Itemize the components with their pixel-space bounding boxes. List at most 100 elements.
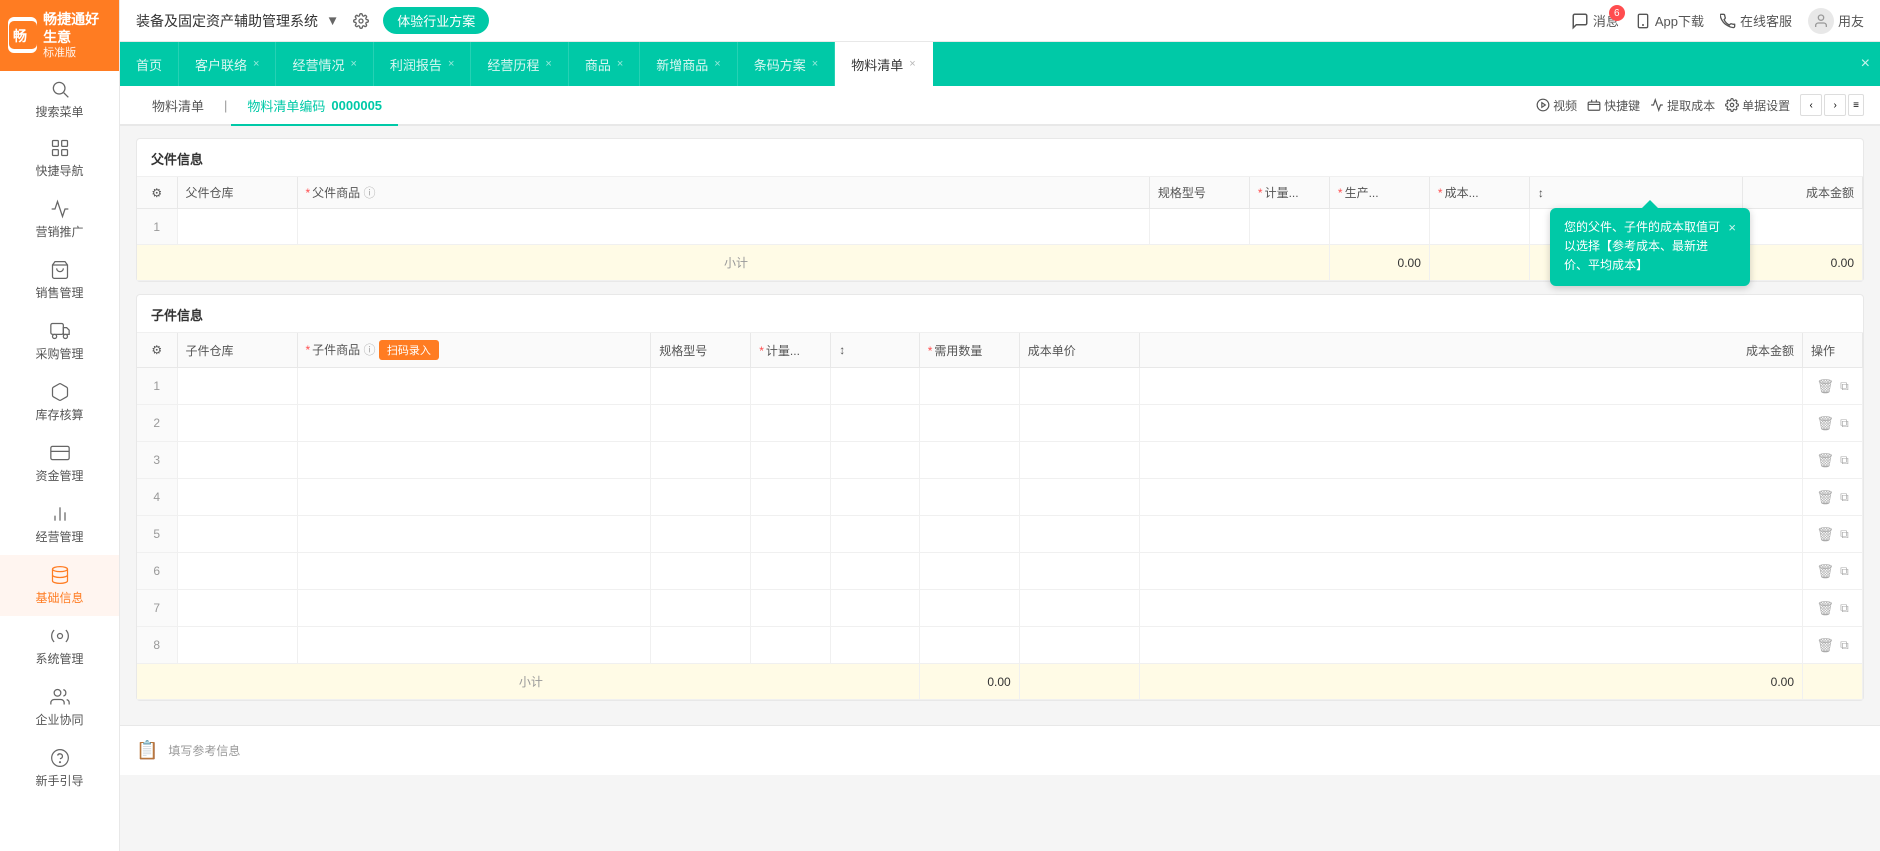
view-video-btn[interactable]: 视频	[1536, 97, 1577, 114]
sidebar-item-quicknav[interactable]: 快捷导航	[0, 128, 119, 189]
tab-customer[interactable]: 客户联络 ×	[179, 42, 276, 86]
th-child-settings[interactable]: ⚙	[137, 333, 177, 368]
child-row-5-unit[interactable]	[751, 516, 831, 553]
child-row-7-spec[interactable]	[651, 590, 751, 627]
child-row-1-warehouse[interactable]	[177, 368, 297, 405]
delete-row-6-btn[interactable]: 🗑	[1816, 563, 1834, 580]
message-btn[interactable]: 6 消息	[1571, 11, 1619, 30]
sidebar-item-guide[interactable]: 新手引导	[0, 738, 119, 799]
user-menu-btn[interactable]: 用友	[1808, 8, 1864, 34]
close-all-tabs-btn[interactable]: ×	[1851, 55, 1880, 73]
tab-add-goods[interactable]: 新增商品 ×	[640, 42, 737, 86]
delete-row-8-btn[interactable]: 🗑	[1816, 637, 1834, 654]
child-row-4-unitprice[interactable]	[1019, 479, 1139, 516]
online-service-btn[interactable]: 在线客服	[1720, 11, 1792, 30]
nav-next-btn[interactable]: ›	[1824, 94, 1846, 116]
parent-row-unit[interactable]	[1249, 209, 1329, 245]
trial-btn[interactable]: 体验行业方案	[383, 7, 489, 34]
sub-tab-list[interactable]: 物料清单	[136, 86, 220, 126]
parent-row-spec[interactable]	[1149, 209, 1249, 245]
child-row-4-warehouse[interactable]	[177, 479, 297, 516]
child-row-6-product[interactable]	[297, 553, 651, 590]
child-row-5-product[interactable]	[297, 516, 651, 553]
child-row-7-qty[interactable]	[919, 590, 1019, 627]
child-row-6-warehouse[interactable]	[177, 553, 297, 590]
tab-barcode[interactable]: 条码方案 ×	[738, 42, 835, 86]
child-row-7-warehouse[interactable]	[177, 590, 297, 627]
tooltip-close-btn[interactable]: ×	[1728, 218, 1736, 239]
child-row-8-warehouse[interactable]	[177, 627, 297, 664]
parent-row-produce[interactable]	[1329, 209, 1429, 245]
parent-row-warehouse[interactable]	[177, 209, 297, 245]
child-row-5-qty[interactable]	[919, 516, 1019, 553]
child-row-5-warehouse[interactable]	[177, 516, 297, 553]
child-row-6-unitprice[interactable]	[1019, 553, 1139, 590]
nav-prev-btn[interactable]: ‹	[1800, 94, 1822, 116]
child-row-5-spec[interactable]	[651, 516, 751, 553]
tab-history[interactable]: 经营历程 ×	[471, 42, 568, 86]
child-row-3-warehouse[interactable]	[177, 442, 297, 479]
parent-row-cost[interactable]	[1429, 209, 1529, 245]
child-row-7-product[interactable]	[297, 590, 651, 627]
close-tab-goods[interactable]: ×	[617, 58, 623, 70]
child-row-2-unitprice[interactable]	[1019, 405, 1139, 442]
child-row-8-unitprice[interactable]	[1019, 627, 1139, 664]
child-row-4-spec[interactable]	[651, 479, 751, 516]
copy-row-7-btn[interactable]: ⧉	[1840, 601, 1849, 616]
sub-tab-code[interactable]: 物料清单编码 0000005	[231, 86, 398, 126]
child-row-1-qty[interactable]	[919, 368, 1019, 405]
delete-row-5-btn[interactable]: 🗑	[1816, 526, 1834, 543]
tab-profit[interactable]: 利润报告 ×	[374, 42, 471, 86]
app-download-btn[interactable]: App下载	[1635, 11, 1704, 30]
sidebar-item-purchase[interactable]: 采购管理	[0, 311, 119, 372]
settings-btn[interactable]	[347, 7, 375, 35]
copy-row-8-btn[interactable]: ⧉	[1840, 638, 1849, 653]
sidebar-logo[interactable]: 畅 畅捷通好生意 标准版	[0, 0, 119, 71]
child-row-8-product[interactable]	[297, 627, 651, 664]
child-row-4-unit[interactable]	[751, 479, 831, 516]
child-row-4-product[interactable]	[297, 479, 651, 516]
tab-operation-status[interactable]: 经营情况 ×	[276, 42, 373, 86]
sidebar-item-system[interactable]: 系统管理	[0, 616, 119, 677]
delete-row-7-btn[interactable]: 🗑	[1816, 600, 1834, 617]
close-tab-customer[interactable]: ×	[253, 58, 259, 70]
single-settings-btn[interactable]: 单据设置	[1725, 97, 1790, 114]
sidebar-item-marketing[interactable]: 营销推广	[0, 189, 119, 250]
child-row-2-spec[interactable]	[651, 405, 751, 442]
scan-input-btn[interactable]: 扫码录入	[379, 340, 439, 360]
child-row-8-unit[interactable]	[751, 627, 831, 664]
child-row-1-unit[interactable]	[751, 368, 831, 405]
child-row-6-qty[interactable]	[919, 553, 1019, 590]
sidebar-item-search[interactable]: 搜索菜单	[0, 71, 119, 128]
shortcut-btn[interactable]: 快捷键	[1587, 97, 1640, 114]
extract-cost-btn[interactable]: 提取成本	[1650, 97, 1715, 114]
copy-row-2-btn[interactable]: ⧉	[1840, 416, 1849, 431]
tab-bom[interactable]: 物料清单 ×	[835, 42, 932, 86]
child-row-2-product[interactable]	[297, 405, 651, 442]
delete-row-1-btn[interactable]: 🗑	[1816, 378, 1834, 395]
close-tab-profit[interactable]: ×	[448, 58, 454, 70]
sidebar-item-basic[interactable]: 基础信息	[0, 555, 119, 616]
child-row-3-qty[interactable]	[919, 442, 1019, 479]
child-row-3-unitprice[interactable]	[1019, 442, 1139, 479]
copy-row-6-btn[interactable]: ⧉	[1840, 564, 1849, 579]
copy-row-3-btn[interactable]: ⧉	[1840, 453, 1849, 468]
tab-home[interactable]: 首页	[120, 42, 179, 86]
system-dropdown-btn[interactable]: ▼	[326, 13, 339, 28]
child-row-1-product[interactable]	[297, 368, 651, 405]
tab-goods[interactable]: 商品 ×	[569, 42, 640, 86]
nav-menu-btn[interactable]: ≡	[1848, 94, 1864, 116]
close-tab-add-goods[interactable]: ×	[714, 58, 720, 70]
child-row-6-unit[interactable]	[751, 553, 831, 590]
child-row-8-qty[interactable]	[919, 627, 1019, 664]
child-row-6-spec[interactable]	[651, 553, 751, 590]
sidebar-item-sales[interactable]: 销售管理	[0, 250, 119, 311]
sidebar-item-coop[interactable]: 企业协同	[0, 677, 119, 738]
child-row-5-unitprice[interactable]	[1019, 516, 1139, 553]
delete-row-2-btn[interactable]: 🗑	[1816, 415, 1834, 432]
close-tab-barcode[interactable]: ×	[812, 58, 818, 70]
parent-row-product[interactable]	[297, 209, 1149, 245]
sidebar-item-operation[interactable]: 经营管理	[0, 494, 119, 555]
child-row-1-unitprice[interactable]	[1019, 368, 1139, 405]
copy-row-4-btn[interactable]: ⧉	[1840, 490, 1849, 505]
